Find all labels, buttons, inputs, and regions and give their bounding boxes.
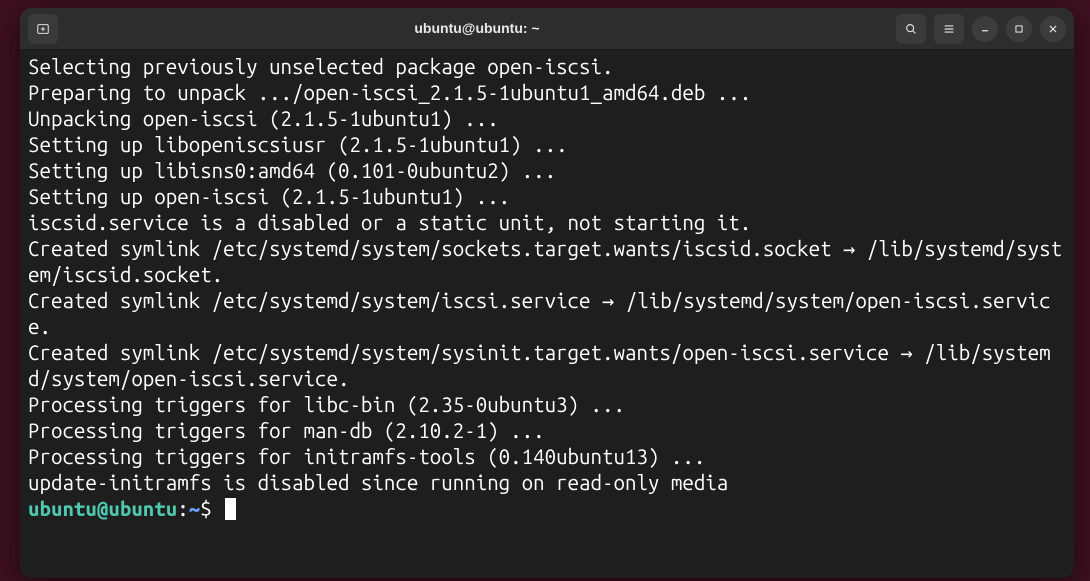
terminal-window: ubuntu@ubuntu: ~ [20,8,1074,578]
titlebar: ubuntu@ubuntu: ~ [20,8,1074,50]
new-tab-icon [36,22,50,36]
terminal-body[interactable]: Selecting previously unselected package … [20,50,1074,578]
close-button[interactable] [1040,16,1066,42]
new-tab-button[interactable] [28,14,58,44]
prompt-user-host: ubuntu@ubuntu [28,497,177,520]
terminal-output: Selecting previously unselected package … [28,55,1062,494]
search-icon [904,22,918,36]
menu-button[interactable] [934,14,964,44]
minimize-button[interactable] [972,16,998,42]
prompt-symbol: $ [200,497,211,520]
minimize-icon [978,22,992,36]
prompt-path: ~ [189,497,200,520]
maximize-icon [1012,22,1026,36]
close-icon [1046,22,1060,36]
window-title: ubuntu@ubuntu: ~ [414,20,539,36]
hamburger-icon [942,22,956,36]
cursor [225,498,236,520]
search-button[interactable] [896,14,926,44]
prompt-separator: : [177,497,188,520]
maximize-button[interactable] [1006,16,1032,42]
